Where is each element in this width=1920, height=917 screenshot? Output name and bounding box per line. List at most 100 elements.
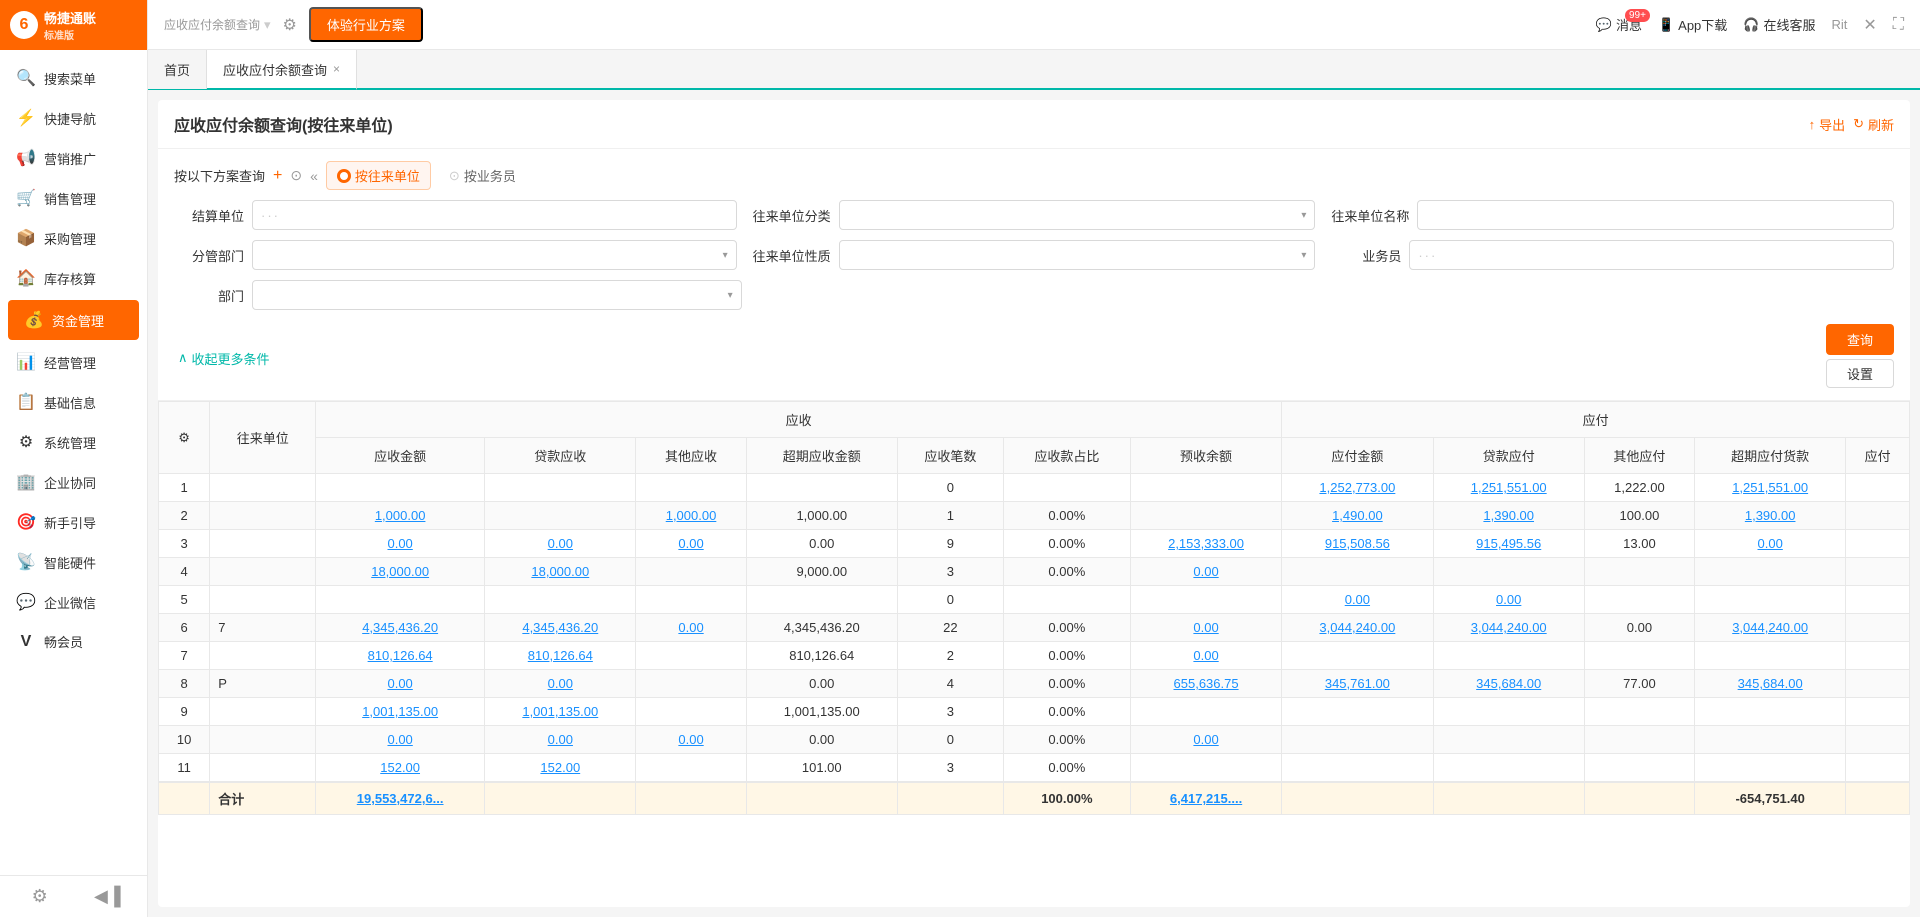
settings-bottom-btn[interactable]: ⚙ — [10, 886, 70, 907]
user-name: Rit — [1832, 17, 1848, 32]
sidebar-item-hardware[interactable]: 📡 智能硬件 — [0, 542, 147, 582]
scheme-by-partner[interactable]: 按往来单位 — [326, 161, 431, 190]
sidebar-item-member[interactable]: V 畅会员 — [0, 622, 147, 661]
sidebar-item-marketing[interactable]: 📢 营销推广 — [0, 138, 147, 178]
col-recv-prepay: 预收余额 — [1130, 438, 1281, 474]
tab-close-icon[interactable]: × — [333, 62, 340, 76]
sidebar-item-inventory[interactable]: 🏠 库存核算 — [0, 258, 147, 298]
gear-icon[interactable]: ⚙ — [283, 15, 297, 35]
input-dots: ··· — [261, 208, 280, 223]
col-recv-count: 应收笔数 — [897, 438, 1003, 474]
col-partner-header: 往来单位 — [210, 402, 316, 474]
service-label: 在线客服 — [1763, 15, 1815, 34]
field-category-label: 往来单位分类 — [753, 206, 831, 225]
sidebar-label-marketing: 营销推广 — [44, 149, 96, 168]
sidebar-label-member: 畅会员 — [44, 632, 83, 651]
filter-collapse-icon[interactable]: « — [310, 168, 318, 184]
refresh-icon: ↻ — [1853, 116, 1864, 132]
field-settlement-label: 结算单位 — [174, 206, 244, 225]
header: 应收应付余额查询 ▾ ⚙ 体验行业方案 💬 消息 99+ 📱 App下载 🎧 在… — [148, 0, 1920, 50]
footer-pay-overdue: -654,751.40 — [1695, 782, 1846, 815]
table-row: 11152.00152.00101.0030.00% — [159, 754, 1910, 783]
member-icon: V — [16, 633, 36, 651]
data-table: ⚙ 往来单位 应收 应付 应收金额 贷款应收 其他应收 超期应收金额 应收笔数 … — [158, 401, 1910, 815]
sidebar-label-basic: 基础信息 — [44, 393, 96, 412]
header-right: 💬 消息 99+ 📱 App下载 🎧 在线客服 Rit ✕ ⛶ — [1596, 15, 1904, 35]
sidebar-label-inventory: 库存核算 — [44, 269, 96, 288]
sidebar-item-nav[interactable]: ⚡ 快捷导航 — [0, 98, 147, 138]
category-input[interactable]: ▾ — [839, 200, 1316, 230]
sidebar-item-guide[interactable]: 🎯 新手引导 — [0, 502, 147, 542]
table-row: 674,345,436.204,345,436.200.004,345,436.… — [159, 614, 1910, 642]
collapse-label: 收起更多条件 — [192, 349, 270, 368]
sidebar-item-management[interactable]: 📊 经营管理 — [0, 342, 147, 382]
app-icon: 📱 — [1658, 17, 1674, 33]
field-partner-name-label: 往来单位名称 — [1331, 206, 1409, 225]
sidebar-menu: 🔍 搜索菜单 ⚡ 快捷导航 📢 营销推广 🛒 销售管理 📦 采购管理 🏠 库存核… — [0, 50, 147, 875]
scheme-salesman-label: 按业务员 — [464, 166, 516, 185]
dept-input[interactable]: ▾ — [252, 240, 737, 270]
dept2-arrow: ▾ — [728, 290, 733, 301]
guide-icon: 🎯 — [16, 512, 36, 532]
footer-recv-amt: 19,553,472,6... — [316, 782, 485, 815]
service-button[interactable]: 🎧 在线客服 — [1743, 15, 1815, 34]
filter-add-icon[interactable]: + — [273, 167, 282, 185]
search-icon: 🔍 — [16, 68, 36, 88]
settings-button[interactable]: 设置 — [1826, 359, 1894, 388]
sidebar-item-wechat[interactable]: 💬 企业微信 — [0, 582, 147, 622]
footer-recv-ratio: 100.00% — [1003, 782, 1130, 815]
col-settings-header[interactable]: ⚙ — [159, 402, 210, 474]
sidebar-item-purchase[interactable]: 📦 采购管理 — [0, 218, 147, 258]
collapse-more-button[interactable]: ∧ 收起更多条件 — [174, 345, 274, 372]
sidebar-item-system[interactable]: ⚙ 系统管理 — [0, 422, 147, 462]
app-label: App下载 — [1678, 15, 1727, 34]
export-button[interactable]: ↑ 导出 — [1809, 115, 1846, 134]
sidebar-item-sales[interactable]: 🛒 销售管理 — [0, 178, 147, 218]
dropdown-arrow: ▾ — [1301, 210, 1306, 221]
promo-button[interactable]: 体验行业方案 — [309, 7, 423, 42]
table-area[interactable]: ⚙ 往来单位 应收 应付 应收金额 贷款应收 其他应收 超期应收金额 应收笔数 … — [158, 401, 1910, 907]
field-dept: 分管部门 ▾ — [174, 240, 737, 270]
sidebar-item-search[interactable]: 🔍 搜索菜单 — [0, 58, 147, 98]
sidebar-item-corp[interactable]: 🏢 企业协同 — [0, 462, 147, 502]
user-menu[interactable]: Rit — [1832, 17, 1848, 32]
service-icon: 🎧 — [1743, 17, 1759, 33]
sidebar-label-finance: 资金管理 — [52, 311, 104, 330]
settlement-input[interactable]: ··· — [252, 200, 737, 230]
scheme-partner-label: 按往来单位 — [355, 166, 420, 185]
tab-query[interactable]: 应收应付余额查询 × — [207, 50, 357, 90]
scheme-dot — [337, 169, 351, 183]
sidebar-label-purchase: 采购管理 — [44, 229, 96, 248]
app-edition: 标准版 — [44, 27, 96, 42]
scheme-by-salesman[interactable]: ⊙ 按业务员 — [439, 162, 526, 189]
dept-arrow: ▾ — [723, 250, 728, 261]
sidebar-label-nav: 快捷导航 — [44, 109, 96, 128]
footer-pay-amt — [1282, 782, 1433, 815]
refresh-button[interactable]: ↻ 刷新 — [1853, 115, 1894, 134]
partner-name-input[interactable] — [1417, 200, 1894, 230]
salesman-input[interactable]: ··· — [1409, 240, 1894, 270]
dept2-input[interactable]: ▾ — [252, 280, 742, 310]
close-icon[interactable]: ✕ — [1863, 15, 1876, 35]
collapse-btn[interactable]: ◀▐ — [78, 886, 138, 907]
sidebar-item-basic[interactable]: 📋 基础信息 — [0, 382, 147, 422]
app-name: 畅捷通账 — [44, 8, 96, 27]
field-nature-label: 往来单位性质 — [753, 246, 831, 265]
sidebar-label-system: 系统管理 — [44, 433, 96, 452]
expand-icon[interactable]: ⛶ — [1893, 16, 1904, 34]
tab-home[interactable]: 首页 — [148, 49, 207, 89]
msg-button[interactable]: 💬 消息 99+ — [1596, 15, 1642, 34]
footer-recv-other — [636, 782, 746, 815]
query-button[interactable]: 查询 — [1826, 324, 1894, 355]
table-row: 21,000.001,000.001,000.0010.00%1,490.001… — [159, 502, 1910, 530]
msg-icon: 💬 — [1596, 17, 1612, 33]
sidebar-item-finance[interactable]: 💰 资金管理 — [8, 300, 139, 340]
filter-settings-icon[interactable]: ⊙ — [290, 167, 302, 184]
nature-input[interactable]: ▾ — [839, 240, 1316, 270]
field-salesman-label: 业务员 — [1331, 246, 1401, 265]
sidebar-label-hardware: 智能硬件 — [44, 553, 96, 572]
footer-pay-tail — [1846, 782, 1910, 815]
scheme-salesman-icon: ⊙ — [449, 168, 460, 184]
wechat-icon: 💬 — [16, 592, 36, 612]
app-download-button[interactable]: 📱 App下载 — [1658, 15, 1727, 34]
